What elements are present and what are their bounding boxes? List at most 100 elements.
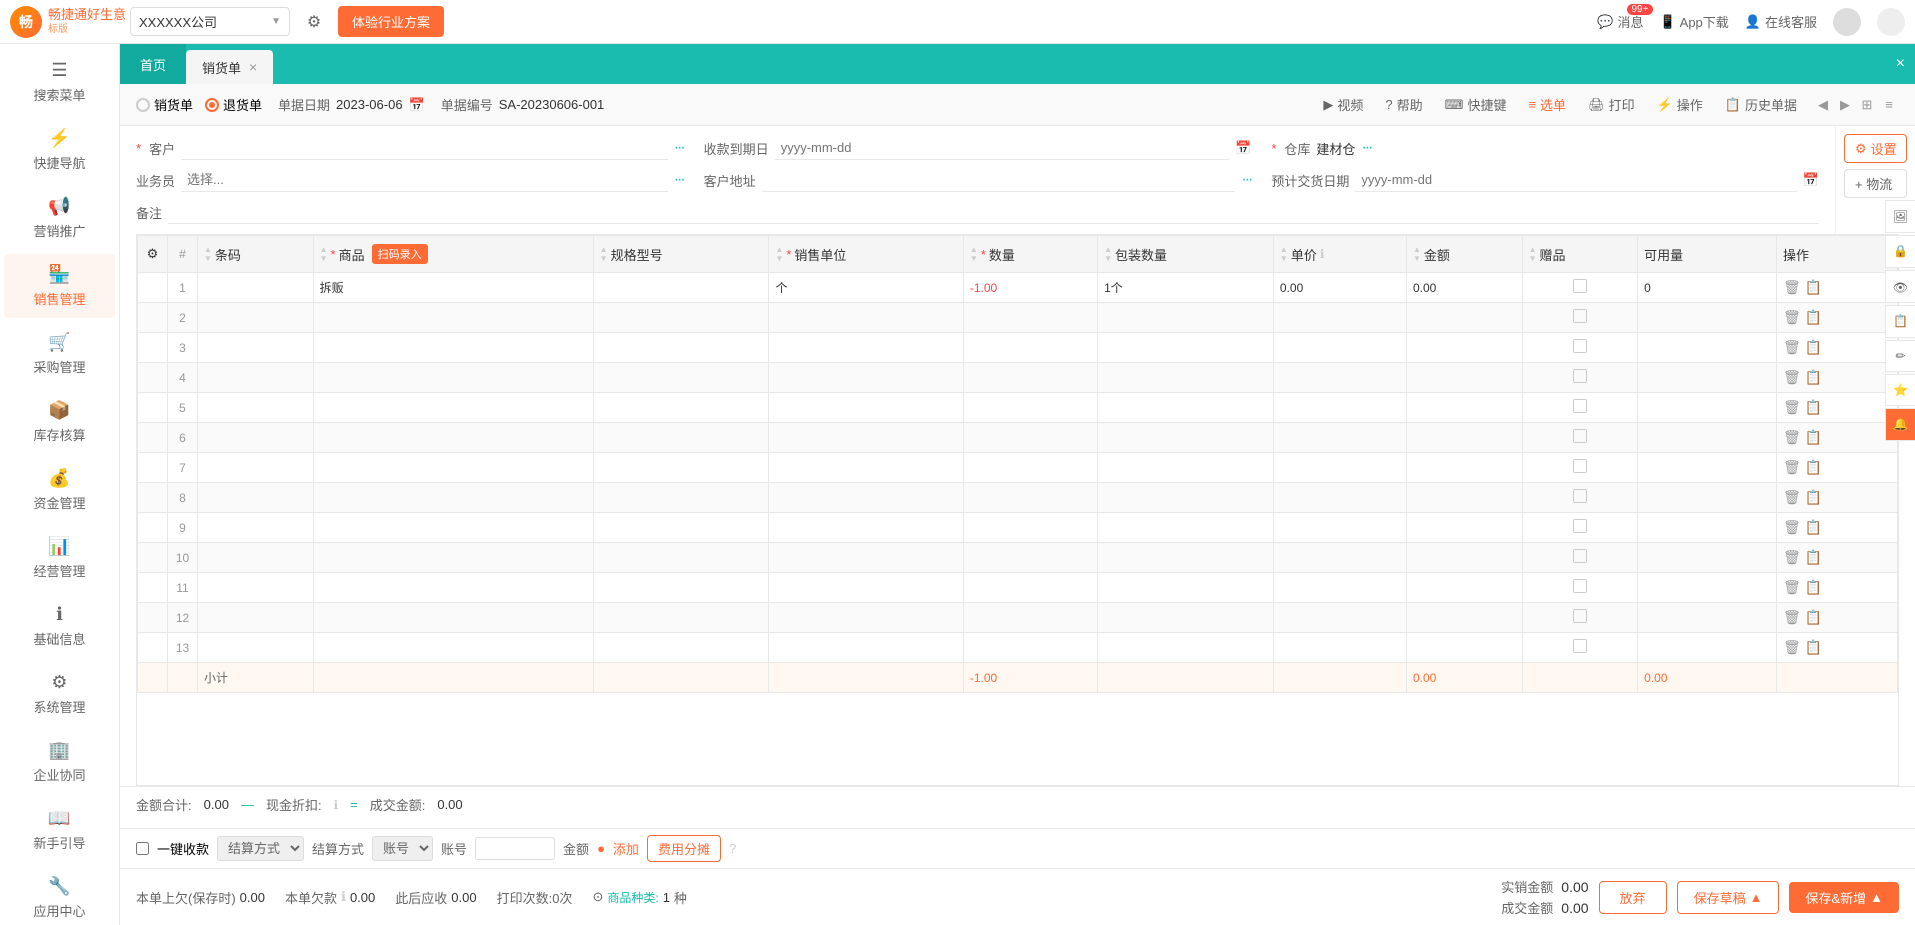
float-btn-6[interactable]: ⭐ [1885,374,1915,407]
row-pack-qty[interactable] [1098,333,1274,363]
save-new-button[interactable]: 保存&新增 ▲ [1789,882,1899,913]
delete-row-icon[interactable]: 🗑 [1783,309,1801,326]
row-price[interactable] [1273,453,1406,483]
row-product[interactable] [313,483,593,513]
select-btn[interactable]: ≡ 选单 [1522,92,1572,117]
float-btn-5[interactable]: ✏ [1885,340,1915,372]
float-btn-orange[interactable]: 🔔 [1885,408,1915,441]
trial-button[interactable]: 体验行业方案 [338,6,444,37]
row-price[interactable] [1273,633,1406,663]
sidebar-item-purchase[interactable]: 🛒 采购管理 [4,322,115,386]
sidebar-item-operations[interactable]: 📊 经营管理 [4,526,115,590]
row-unit[interactable] [769,603,963,633]
shortcut-btn[interactable]: ⌨ 快捷键 [1439,92,1513,117]
copy-row-icon[interactable]: 📋 [1805,429,1822,446]
row-pack-qty[interactable] [1098,543,1274,573]
copy-row-icon[interactable]: 📋 [1805,549,1822,566]
discount-info-icon[interactable]: ℹ [334,798,339,812]
help-btn[interactable]: ? 帮助 [1379,92,1428,117]
row-spec[interactable] [593,483,769,513]
float-btn-4[interactable]: 📋 [1885,305,1915,338]
gift-checkbox[interactable] [1573,519,1587,533]
customer-select-btn[interactable]: ··· [674,139,684,157]
expected-date-calendar-icon[interactable]: 📅 [1803,172,1819,188]
sidebar-item-enterprise[interactable]: 🏢 企业协同 [4,730,115,794]
customer-input[interactable] [181,136,668,160]
row-qty[interactable] [963,363,1097,393]
tab-home[interactable]: 首页 [120,44,186,84]
row-pack-qty[interactable] [1098,393,1274,423]
remarks-input[interactable] [168,200,1819,224]
row-amount[interactable] [1406,423,1522,453]
save-draft-button[interactable]: 保存草稿 ▲ [1677,881,1780,914]
row-qty[interactable] [963,603,1097,633]
prev-btn[interactable]: ◀ [1813,95,1833,115]
row-qty[interactable] [963,633,1097,663]
sidebar-item-marketing[interactable]: 📢 营销推广 [4,186,115,250]
salesperson-select-btn[interactable]: ··· [674,171,684,189]
row-pack-qty[interactable] [1098,513,1274,543]
row-amount[interactable] [1406,333,1522,363]
total-owe-help-icon[interactable]: ℹ [341,889,346,905]
row-spec[interactable] [593,573,769,603]
radio-return-order[interactable]: 退货单 [205,95,262,114]
row-spec[interactable] [593,423,769,453]
row-barcode[interactable] [198,303,314,333]
expected-date-input[interactable] [1355,168,1796,192]
online-service-button[interactable]: 👤 在线客服 [1745,12,1817,31]
video-btn[interactable]: ▶ 视频 [1317,92,1369,117]
row-settings[interactable] [138,333,168,363]
calendar-icon[interactable]: 📅 [409,97,425,113]
row-amount[interactable] [1406,303,1522,333]
payment-method-select[interactable]: 结算方式 [217,836,304,861]
float-btn-3[interactable]: 👁 [1885,270,1915,303]
row-amount[interactable] [1406,363,1522,393]
tab-sales-order[interactable]: 销货单 × [186,50,273,84]
gift-checkbox[interactable] [1573,399,1587,413]
print-btn[interactable]: 🖨 打印 [1582,92,1641,117]
gift-checkbox[interactable] [1573,639,1587,653]
copy-row-icon[interactable]: 📋 [1805,339,1822,356]
row-pack-qty[interactable] [1098,633,1274,663]
copy-row-icon[interactable]: 📋 [1805,639,1822,656]
row-qty[interactable] [963,483,1097,513]
tab-close-icon[interactable]: × [249,60,257,74]
gift-checkbox[interactable] [1573,609,1587,623]
row-product[interactable] [313,333,593,363]
delete-row-icon[interactable]: 🗑 [1783,579,1801,596]
row-gift[interactable] [1522,393,1638,423]
row-unit[interactable] [769,483,963,513]
close-all-tabs-icon[interactable]: × [1896,55,1905,72]
row-settings[interactable] [138,393,168,423]
gift-checkbox[interactable] [1573,489,1587,503]
row-barcode[interactable] [198,273,314,303]
row-barcode[interactable] [198,423,314,453]
float-btn-2[interactable]: 🔒 [1885,235,1915,268]
row-amount[interactable] [1406,543,1522,573]
row-amount[interactable] [1406,603,1522,633]
row-gift[interactable] [1522,483,1638,513]
row-barcode[interactable] [198,333,314,363]
row-settings[interactable] [138,303,168,333]
gift-checkbox[interactable] [1573,459,1587,473]
sidebar-item-sales[interactable]: 🏪 销售管理 [4,254,115,318]
row-unit[interactable] [769,453,963,483]
sidebar-item-apps[interactable]: 🔧 应用中心 [4,866,115,925]
list-view-btn[interactable]: ≡ [1879,95,1899,115]
row-pack-qty[interactable] [1098,453,1274,483]
expense-btn[interactable]: 费用分摊 [647,835,721,862]
gift-checkbox[interactable] [1573,549,1587,563]
row-unit[interactable] [769,393,963,423]
row-settings[interactable] [138,453,168,483]
row-pack-qty[interactable] [1098,303,1274,333]
radio-sales-order[interactable]: 销货单 [136,95,193,114]
row-spec[interactable] [593,363,769,393]
row-settings[interactable] [138,573,168,603]
row-qty[interactable] [963,513,1097,543]
row-price[interactable] [1273,603,1406,633]
gift-checkbox[interactable] [1573,339,1587,353]
row-qty[interactable] [963,573,1097,603]
message-button[interactable]: 💬 消息 99+ [1597,12,1643,31]
avatar-secondary[interactable] [1877,8,1905,36]
row-gift[interactable] [1522,303,1638,333]
